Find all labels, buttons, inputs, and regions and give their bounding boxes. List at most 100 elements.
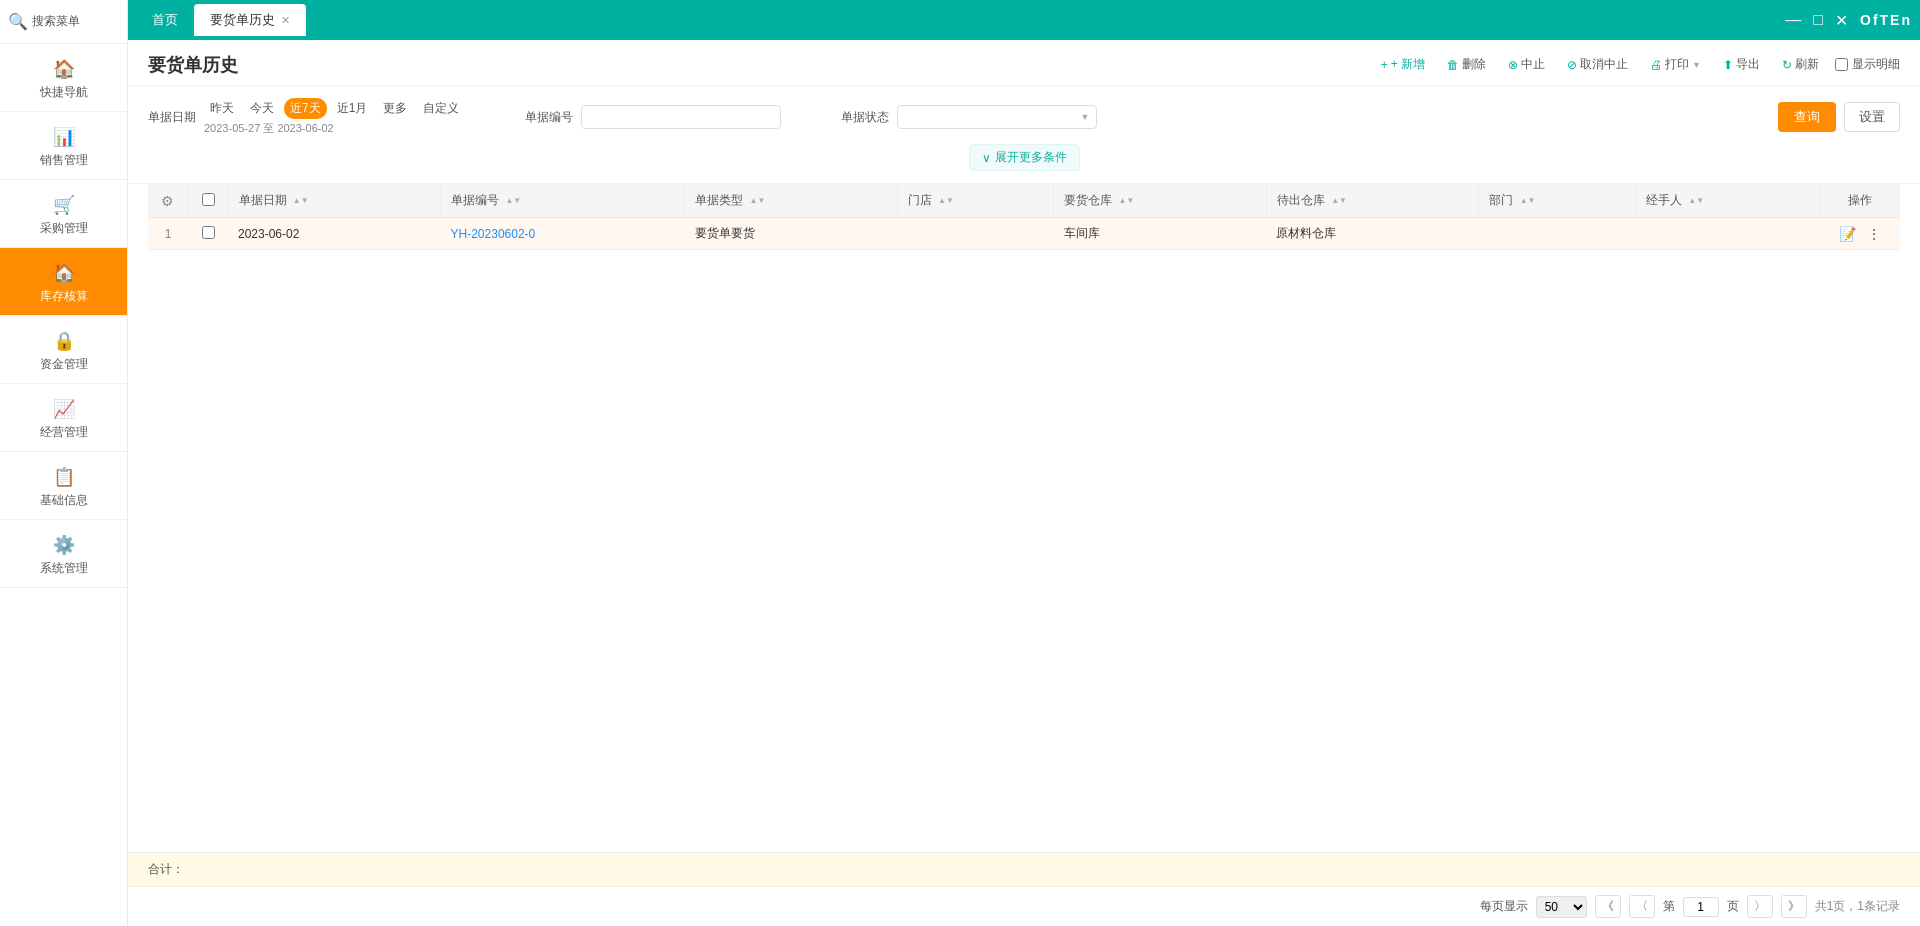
refresh-label: 刷新 [1795, 56, 1819, 73]
add-button[interactable]: + + 新增 [1375, 52, 1431, 77]
search-button[interactable]: 查询 [1778, 102, 1836, 132]
cancel-stop-button[interactable]: ⊘ 取消中止 [1561, 52, 1634, 77]
date-opt-today[interactable]: 今天 [244, 98, 280, 119]
display-detail-checkbox[interactable] [1835, 58, 1848, 71]
sidebar-item-label: 采购管理 [40, 220, 88, 237]
sidebar-item-basic[interactable]: 📋 基础信息 [0, 452, 127, 520]
operations-icon: 📈 [53, 398, 75, 420]
sidebar-item-inventory[interactable]: 🏠 库存核算 [0, 248, 127, 316]
th-ops: 操作 [1820, 184, 1900, 218]
pagination-info: 共1页，1条记录 [1815, 898, 1900, 915]
bill-no-link[interactable]: YH-20230602-0 [451, 227, 536, 241]
delete-button[interactable]: 🗑 删除 [1441, 52, 1492, 77]
prev-page-button[interactable]: 〈 [1629, 895, 1655, 918]
date-opt-more[interactable]: 更多 [377, 98, 413, 119]
chevron-down-icon: ∨ [982, 151, 991, 165]
add-icon: + [1381, 58, 1388, 72]
footer-total: 合计： [128, 852, 1920, 886]
date-options: 昨天 今天 近7天 近1月 更多 自定义 [204, 98, 465, 119]
th-settings: ⚙ [148, 184, 188, 218]
next-page-button[interactable]: 〉 [1747, 895, 1773, 918]
status-select[interactable] [897, 105, 1097, 129]
refresh-button[interactable]: ↻ 刷新 [1776, 52, 1825, 77]
sort-handler-icon[interactable]: ▲▼ [1688, 197, 1704, 205]
stop-button[interactable]: ⊗ 中止 [1502, 52, 1551, 77]
bill-no-input[interactable] [581, 105, 781, 129]
per-page-select[interactable]: 50 20 100 200 [1536, 896, 1587, 918]
status-label: 单据状态 [841, 109, 889, 126]
finance-icon: 🔒 [53, 330, 75, 352]
select-all-checkbox[interactable] [202, 193, 215, 206]
window-minimize-icon[interactable]: — [1785, 11, 1801, 29]
search-icon: 🔍 [8, 12, 28, 31]
expand-filters-button[interactable]: ∨ 展开更多条件 [969, 144, 1080, 171]
sort-req-warehouse-icon[interactable]: ▲▼ [1119, 197, 1135, 205]
last-page-button[interactable]: 》 [1781, 895, 1807, 918]
sort-bill-type-icon[interactable]: ▲▼ [749, 197, 765, 205]
sort-bill-no-icon[interactable]: ▲▼ [505, 197, 521, 205]
row-more-button[interactable]: ⋮ [1863, 224, 1885, 244]
print-button[interactable]: 🖨 打印 ▼ [1644, 52, 1707, 77]
export-label: 导出 [1736, 56, 1760, 73]
pagination-bar: 每页显示 50 20 100 200 《 〈 第 页 〉 》 共1页，1条记录 [128, 886, 1920, 926]
sidebar-item-quick-nav[interactable]: 🏠 快捷导航 [0, 44, 127, 112]
expand-label: 展开更多条件 [995, 149, 1067, 166]
cell-checkbox[interactable] [188, 218, 228, 250]
sidebar-item-label: 销售管理 [40, 152, 88, 169]
sidebar-item-operations[interactable]: 📈 经营管理 [0, 384, 127, 452]
sidebar-item-sales[interactable]: 📊 销售管理 [0, 112, 127, 180]
export-button[interactable]: ⬆ 导出 [1717, 52, 1766, 77]
tab-close-icon[interactable]: ✕ [281, 14, 290, 27]
date-opt-7days[interactable]: 近7天 [284, 98, 327, 119]
th-bill-type: 单据类型 ▲▼ [685, 184, 898, 218]
sort-date-icon[interactable]: ▲▼ [293, 197, 309, 205]
row-checkbox[interactable] [202, 226, 215, 239]
sidebar-item-purchase[interactable]: 🛒 采购管理 [0, 180, 127, 248]
th-handler: 经手人 ▲▼ [1635, 184, 1820, 218]
tabs-bar-right: — □ ✕ OfTEn [1785, 11, 1912, 30]
sidebar-item-system[interactable]: ⚙️ 系统管理 [0, 520, 127, 588]
page-suffix: 页 [1727, 898, 1739, 915]
display-detail-toggle[interactable]: 显示明细 [1835, 56, 1900, 73]
home-icon: 🏠 [53, 58, 75, 80]
table-header-row: ⚙ 单据日期 ▲▼ 单据编号 ▲▼ [148, 184, 1900, 218]
window-close-icon[interactable]: ✕ [1835, 11, 1848, 30]
tab-home[interactable]: 首页 [136, 4, 194, 36]
page-number-input[interactable] [1683, 897, 1719, 917]
cancel-stop-label: 取消中止 [1580, 56, 1628, 73]
sales-icon: 📊 [53, 126, 75, 148]
bill-no-filter-group: 单据编号 [525, 105, 781, 129]
display-detail-label: 显示明细 [1852, 56, 1900, 73]
cell-bill-no: YH-20230602-0 [441, 218, 685, 250]
sort-pending-warehouse-icon[interactable]: ▲▼ [1331, 197, 1347, 205]
date-filter-group: 单据日期 昨天 今天 近7天 近1月 更多 自定义 2023-05-27 至 2… [148, 98, 465, 136]
sort-department-icon[interactable]: ▲▼ [1520, 197, 1536, 205]
first-page-button[interactable]: 《 [1595, 895, 1621, 918]
main-area: 首页 要货单历史 ✕ — □ ✕ OfTEn 要货单历史 + + 新增 🗑 [128, 0, 1920, 926]
tab-home-label: 首页 [152, 11, 178, 29]
table-settings-icon[interactable]: ⚙ [161, 193, 174, 209]
print-dropdown-icon: ▼ [1692, 60, 1701, 70]
cell-pending-warehouse: 原材料仓库 [1266, 218, 1479, 250]
page-label: 第 [1663, 898, 1675, 915]
sidebar-item-finance[interactable]: 🔒 资金管理 [0, 316, 127, 384]
date-opt-custom[interactable]: 自定义 [417, 98, 465, 119]
print-label: 打印 [1665, 56, 1689, 73]
filter-row-1: 单据日期 昨天 今天 近7天 近1月 更多 自定义 2023-05-27 至 2… [148, 98, 1900, 136]
window-maximize-icon[interactable]: □ [1813, 11, 1823, 29]
sidebar-item-label: 快捷导航 [40, 84, 88, 101]
sidebar: 🔍 搜索菜单 🏠 快捷导航 📊 销售管理 🛒 采购管理 🏠 库存核算 🔒 资金管… [0, 0, 128, 926]
settings-button[interactable]: 设置 [1844, 102, 1900, 132]
date-opt-yesterday[interactable]: 昨天 [204, 98, 240, 119]
add-label: + 新增 [1391, 56, 1425, 73]
th-req-warehouse: 要货仓库 ▲▼ [1054, 184, 1267, 218]
table-area: ⚙ 单据日期 ▲▼ 单据编号 ▲▼ [128, 184, 1920, 852]
row-edit-button[interactable]: 📝 [1835, 224, 1860, 244]
table-body: 1 2023-06-02 YH-20230602-0 要货单要货 车间库 原材料… [148, 218, 1900, 250]
sidebar-search[interactable]: 🔍 搜索菜单 [0, 0, 127, 44]
sort-store-icon[interactable]: ▲▼ [938, 197, 954, 205]
tab-requisition-history[interactable]: 要货单历史 ✕ [194, 4, 306, 36]
date-opt-1month[interactable]: 近1月 [331, 98, 374, 119]
th-pending-warehouse: 待出仓库 ▲▼ [1266, 184, 1479, 218]
cell-date: 2023-06-02 [228, 218, 441, 250]
